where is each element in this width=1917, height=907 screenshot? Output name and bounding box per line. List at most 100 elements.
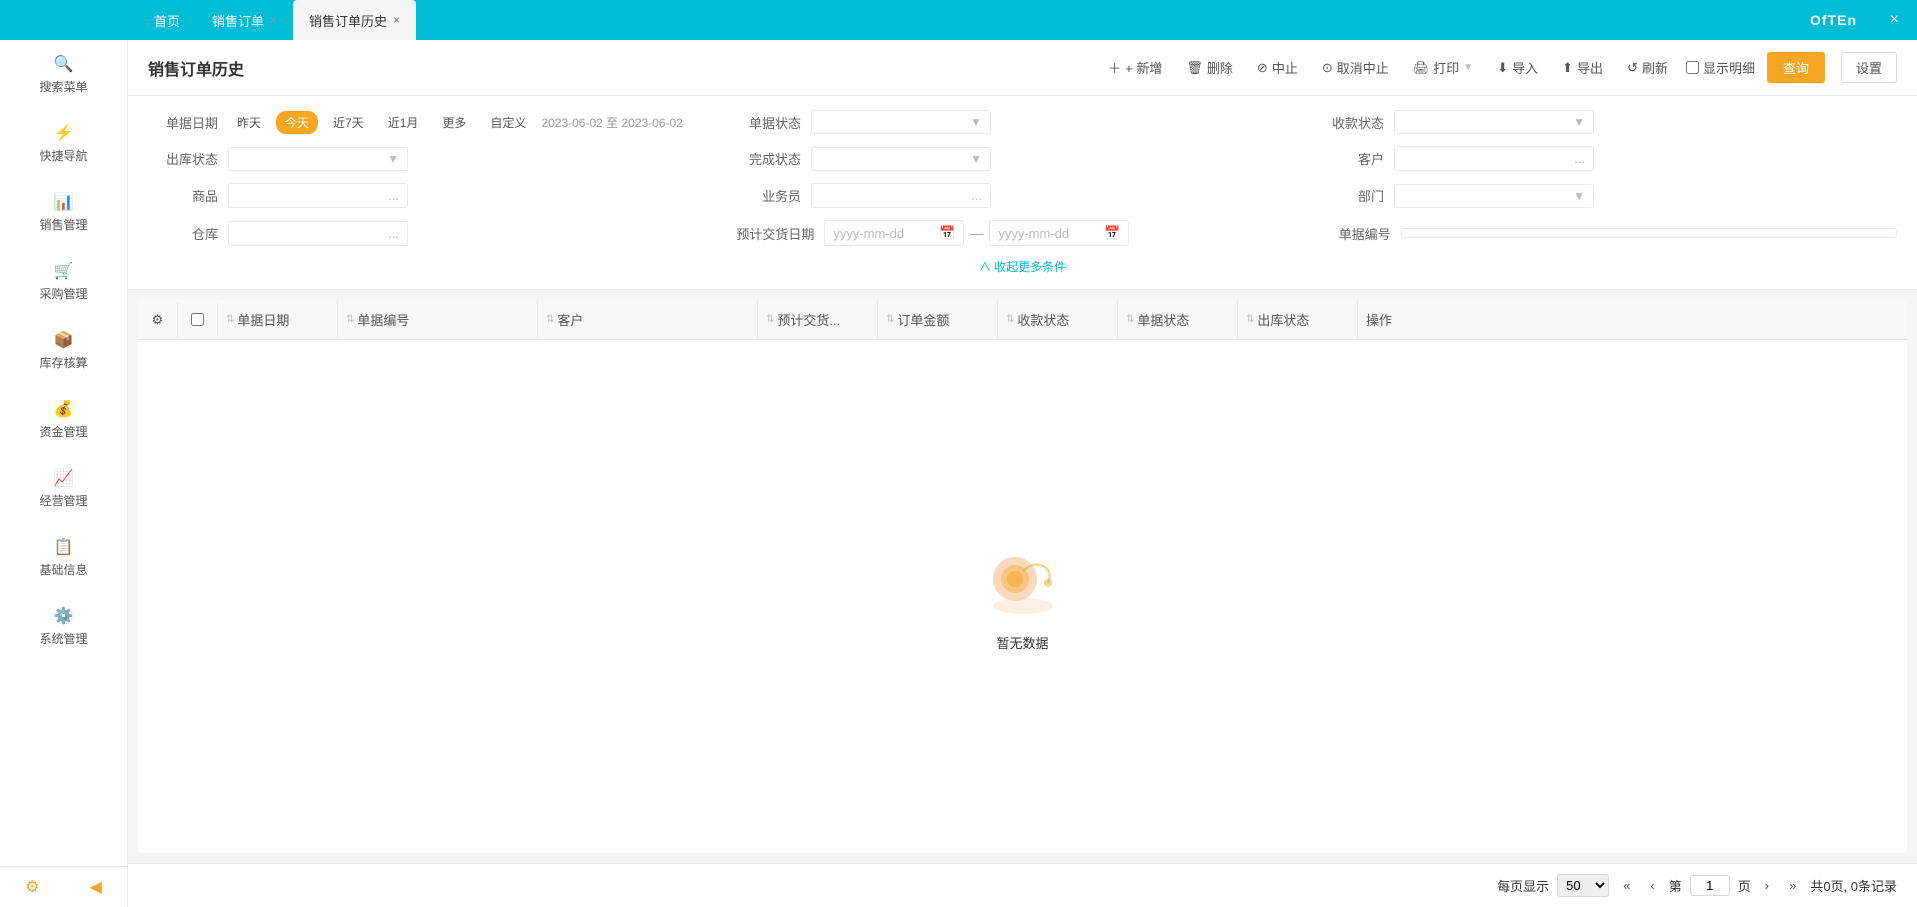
- calendar-to-icon[interactable]: 📅: [1104, 225, 1120, 241]
- close-tab-sales-order-history[interactable]: ×: [393, 13, 400, 27]
- th-customer[interactable]: ⇅ 客户: [538, 300, 758, 339]
- salesperson-label: 业务员: [731, 186, 811, 205]
- collapse-filter-btn[interactable]: ∧ 收起更多条件: [148, 258, 1897, 275]
- order-status-select[interactable]: ▼: [811, 110, 991, 134]
- sort-icon-order-date: ⇅: [226, 314, 234, 325]
- sort-icon-payment: ⇅: [1006, 314, 1014, 325]
- import-button[interactable]: ⬇ 导入: [1491, 54, 1544, 81]
- next-page-btn[interactable]: ›: [1759, 876, 1775, 895]
- payment-status-select[interactable]: ▼: [1394, 110, 1594, 134]
- tab-sales-order[interactable]: 销售订单 ×: [196, 0, 293, 40]
- warehouse-more-icon[interactable]: ...: [388, 226, 399, 241]
- select-all-checkbox[interactable]: [191, 313, 204, 326]
- customer-label: 客户: [1314, 149, 1394, 168]
- product-more-icon[interactable]: ...: [388, 188, 399, 203]
- quick-nav-icon: ⚡: [54, 123, 74, 143]
- sidebar-item-quick-nav[interactable]: ⚡ 快捷导航: [0, 109, 127, 178]
- tab-home[interactable]: 首页: [138, 0, 196, 40]
- export-button[interactable]: ⬆ 导出: [1556, 54, 1609, 81]
- department-arrow: ▼: [1573, 189, 1585, 203]
- sidebar-item-ops-mgmt[interactable]: 📈 经营管理: [0, 454, 127, 523]
- page-size-select[interactable]: 20 50 100: [1557, 874, 1609, 897]
- page-number-input[interactable]: [1690, 875, 1730, 896]
- order-status-control[interactable]: ▼: [811, 110, 1314, 134]
- date-btn-yesterday[interactable]: 昨天: [228, 111, 270, 134]
- date-btn-1month[interactable]: 近1月: [379, 111, 428, 134]
- th-order-status[interactable]: ⇅ 单据状态: [1118, 300, 1238, 339]
- purchase-mgmt-icon: 🛒: [54, 261, 74, 281]
- last-page-btn[interactable]: »: [1783, 876, 1802, 895]
- expected-delivery-control: yyyy-mm-dd 📅 — yyyy-mm-dd 📅: [824, 220, 1320, 246]
- sidebar-item-sys-mgmt[interactable]: ⚙️ 系统管理: [0, 592, 127, 661]
- stop-button[interactable]: ⊘ 中止: [1251, 54, 1304, 81]
- top-bar-close-btn[interactable]: ×: [1882, 11, 1907, 29]
- sidebar-item-search-menu[interactable]: 🔍 搜索菜单: [0, 40, 127, 109]
- display-detail-checkbox[interactable]: [1686, 61, 1699, 74]
- th-order-amount[interactable]: ⇅ 订单金额: [878, 300, 998, 339]
- salesperson-more-icon[interactable]: ...: [971, 188, 982, 203]
- close-tab-sales-order[interactable]: ×: [270, 13, 277, 27]
- outbound-arrow: ▼: [387, 152, 399, 166]
- th-checkbox: [178, 303, 218, 336]
- sort-icon-expected: ⇅: [766, 314, 774, 325]
- sidebar-item-sales-mgmt[interactable]: 📊 销售管理: [0, 178, 127, 247]
- customer-more-icon[interactable]: ...: [1574, 151, 1585, 166]
- refresh-button[interactable]: ↺ 刷新: [1621, 54, 1674, 81]
- tab-sales-order-history[interactable]: 销售订单历史 ×: [293, 0, 416, 40]
- product-input[interactable]: ...: [228, 183, 408, 208]
- th-outbound-status[interactable]: ⇅ 出库状态: [1238, 300, 1358, 339]
- display-detail-checkbox-label[interactable]: 显示明细: [1686, 58, 1755, 77]
- page-size-label: 每页显示: [1497, 876, 1549, 895]
- filter-row-4: 仓库 ... 预计交货日期 yyyy-mm-dd 📅 — yyyy-mm-d: [148, 220, 1897, 246]
- order-number-label: 单据编号: [1321, 224, 1401, 243]
- sidebar-item-inventory[interactable]: 📦 库存核算: [0, 316, 127, 385]
- th-order-date[interactable]: ⇅ 单据日期: [218, 300, 338, 339]
- settings-bottom-icon[interactable]: ⚙: [25, 877, 39, 897]
- print-button[interactable]: 🖨 打印 ▼: [1407, 54, 1479, 81]
- delete-icon: 🗑: [1186, 60, 1203, 76]
- salesperson-input[interactable]: ...: [811, 183, 991, 208]
- department-select[interactable]: ▼: [1394, 184, 1594, 208]
- setting-button[interactable]: 设置: [1841, 52, 1897, 83]
- calendar-from-icon[interactable]: 📅: [939, 225, 955, 241]
- date-btn-custom[interactable]: 自定义: [481, 111, 535, 134]
- sidebar-item-basic-info[interactable]: 📋 基础信息: [0, 523, 127, 592]
- th-expected-delivery[interactable]: ⇅ 预计交货...: [758, 300, 878, 339]
- search-menu-icon: 🔍: [54, 54, 74, 74]
- content-area: 销售订单历史 ＋ + 新增 🗑 删除 ⊘ 中止 ⊙ 取消中止: [128, 40, 1917, 907]
- sidebar-item-purchase-mgmt[interactable]: 🛒 采购管理: [0, 247, 127, 316]
- filter-row-1: 单据日期 昨天 今天 近7天 近1月 更多 自定义 2023-06-02 至 2…: [148, 110, 1897, 134]
- order-number-input[interactable]: [1401, 228, 1897, 238]
- sys-mgmt-icon: ⚙️: [54, 606, 74, 626]
- date-btn-more[interactable]: 更多: [433, 111, 475, 134]
- warehouse-input[interactable]: ...: [228, 221, 408, 246]
- new-button[interactable]: ＋ + 新增: [1102, 54, 1168, 81]
- delivery-date-to[interactable]: yyyy-mm-dd 📅: [989, 220, 1129, 246]
- collapse-sidebar-icon[interactable]: ◀: [90, 877, 102, 897]
- customer-control: ...: [1394, 146, 1897, 171]
- sidebar-item-finance-mgmt[interactable]: 💰 资金管理: [0, 385, 127, 454]
- date-btn-today[interactable]: 今天: [276, 111, 318, 134]
- completion-control: ▼: [811, 147, 1314, 171]
- stop-icon: ⊘: [1257, 60, 1268, 76]
- th-actions: 操作: [1358, 300, 1907, 339]
- settings-gear-icon[interactable]: ⚙: [152, 312, 164, 328]
- prev-page-btn[interactable]: ‹: [1644, 876, 1660, 895]
- date-range-text: 2023-06-02 至 2023-06-02: [541, 114, 682, 131]
- filter-row-3: 商品 ... 业务员 ... 部门: [148, 183, 1897, 208]
- completion-select[interactable]: ▼: [811, 147, 991, 171]
- first-page-btn[interactable]: «: [1617, 876, 1636, 895]
- th-order-no[interactable]: ⇅ 单据编号: [338, 300, 538, 339]
- th-settings[interactable]: ⚙: [138, 302, 178, 338]
- warehouse-label: 仓库: [148, 224, 228, 243]
- department-control: ▼: [1394, 184, 1897, 208]
- th-payment-status[interactable]: ⇅ 收款状态: [998, 300, 1118, 339]
- query-button[interactable]: 查询: [1767, 52, 1825, 83]
- delivery-date-from[interactable]: yyyy-mm-dd 📅: [824, 220, 964, 246]
- customer-input[interactable]: ...: [1394, 146, 1594, 171]
- import-icon: ⬇: [1497, 60, 1508, 76]
- delete-button[interactable]: 🗑 删除: [1180, 54, 1239, 81]
- outbound-select[interactable]: ▼: [228, 147, 408, 171]
- cancel-stop-button[interactable]: ⊙ 取消中止: [1316, 54, 1395, 81]
- date-btn-7days[interactable]: 近7天: [324, 111, 373, 134]
